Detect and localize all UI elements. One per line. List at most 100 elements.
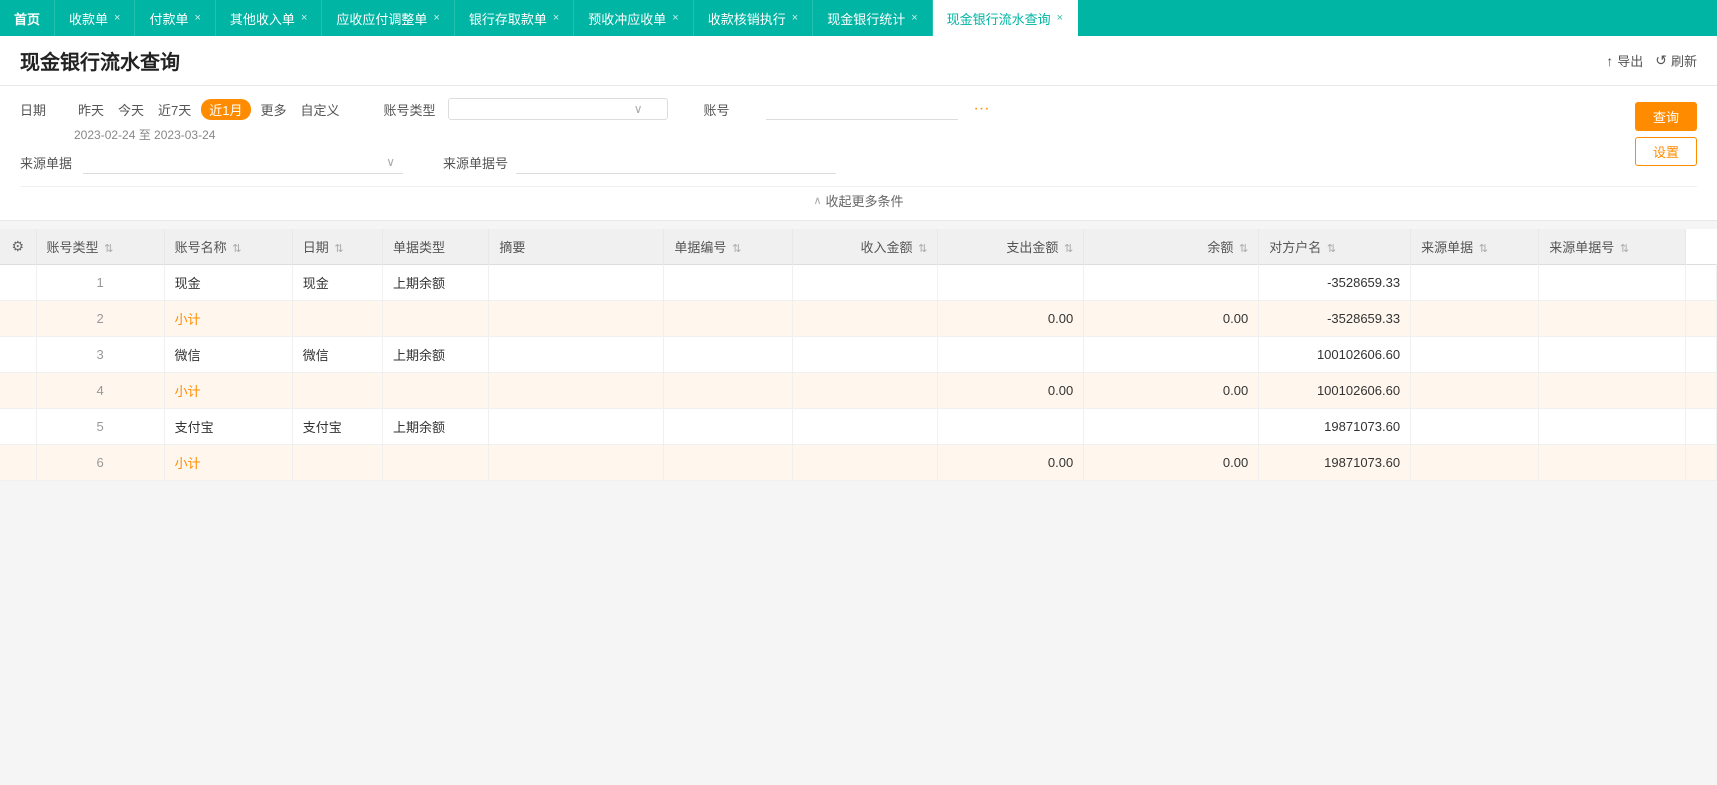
table-cell — [489, 373, 664, 409]
refresh-button[interactable]: ↺ 刷新 — [1655, 51, 1697, 70]
table-cell — [1686, 301, 1717, 337]
settings-button[interactable]: 设置 — [1635, 137, 1697, 166]
close-icon[interactable]: × — [433, 12, 439, 24]
chevron-down-icon2: ∨ — [386, 155, 395, 169]
right-action-buttons: 查询 设置 — [1635, 98, 1697, 166]
source-doc-filter: 来源单据 ∨ — [20, 151, 403, 174]
date-opt-today[interactable]: 今天 — [114, 99, 148, 120]
date-opt-yesterday[interactable]: 昨天 — [74, 99, 108, 120]
table-row[interactable]: 1现金现金上期余额-3528659.33 — [0, 265, 1717, 301]
table-header-row: ⚙ 账号类型 ⇅ 账号名称 ⇅ 日期 ⇅ 单据类型 摘要 — [0, 229, 1717, 265]
close-icon[interactable]: × — [672, 12, 678, 24]
date-range-display: 2023-02-24 至 2023-03-24 — [74, 126, 1619, 143]
col-counterparty[interactable]: 对方户名 ⇅ — [1259, 229, 1411, 265]
refresh-icon: ↺ — [1655, 52, 1667, 69]
nav-adjustment[interactable]: 应收应付调整单 × — [322, 0, 454, 36]
table-cell — [292, 445, 382, 481]
close-icon[interactable]: × — [114, 12, 120, 24]
close-icon[interactable]: × — [194, 12, 200, 24]
col-expense[interactable]: 支出金额 ⇅ — [938, 229, 1084, 265]
col-source-doc-no[interactable]: 来源单据号 ⇅ — [1539, 229, 1686, 265]
table-cell: 现金 — [164, 265, 292, 301]
close-icon[interactable]: × — [553, 12, 559, 24]
col-income[interactable]: 收入金额 ⇅ — [792, 229, 938, 265]
table-row[interactable]: 6小计0.000.0019871073.60 — [0, 445, 1717, 481]
export-button[interactable]: ↑ 导出 — [1606, 51, 1643, 70]
table-cell: 支付宝 — [292, 409, 382, 445]
table-cell — [382, 301, 488, 337]
nav-payment[interactable]: 付款单 × — [135, 0, 215, 36]
table-cell — [792, 445, 938, 481]
table-cell — [382, 445, 488, 481]
table-cell: -3528659.33 — [1259, 265, 1411, 301]
table-cell — [489, 337, 664, 373]
table-row[interactable]: 5支付宝支付宝上期余额19871073.60 — [0, 409, 1717, 445]
col-account-name[interactable]: 账号名称 ⇅ — [164, 229, 292, 265]
close-icon[interactable]: × — [792, 12, 798, 24]
table-cell: 小计 — [164, 301, 292, 337]
date-opt-1month[interactable]: 近1月 — [201, 99, 250, 120]
sort-icon: ⇅ — [334, 243, 343, 255]
col-source-doc[interactable]: 来源单据 ⇅ — [1411, 229, 1539, 265]
sort-icon: ⇅ — [732, 243, 741, 255]
table-cell — [664, 265, 792, 301]
table-cell — [792, 373, 938, 409]
sort-icon: ⇅ — [1620, 243, 1629, 255]
table-row[interactable]: 2小计0.000.00-3528659.33 — [0, 301, 1717, 337]
sort-icon: ⇅ — [1239, 243, 1248, 255]
table-cell — [792, 301, 938, 337]
date-opt-7days[interactable]: 近7天 — [154, 99, 195, 120]
table-cell — [1686, 265, 1717, 301]
page-header: 现金银行流水查询 ↑ 导出 ↺ 刷新 — [0, 36, 1717, 86]
nav-other-income[interactable]: 其他收入单 × — [216, 0, 322, 36]
nav-home[interactable]: 首页 — [0, 0, 55, 36]
table-cell — [382, 373, 488, 409]
table-cell — [489, 301, 664, 337]
date-opt-custom[interactable]: 自定义 — [297, 99, 344, 120]
table-cell: 现金 — [292, 265, 382, 301]
nav-stats[interactable]: 现金银行统计 × — [813, 0, 932, 36]
close-icon[interactable]: × — [1057, 12, 1063, 24]
account-input[interactable] — [766, 98, 958, 120]
nav-prepay[interactable]: 预收冲应收单 × — [574, 0, 693, 36]
table-cell — [792, 337, 938, 373]
col-summary: 摘要 — [489, 229, 664, 265]
nav-other-income-label: 其他收入单 — [230, 9, 295, 28]
collapse-bar[interactable]: ∧ 收起更多条件 — [20, 186, 1697, 212]
date-opt-more[interactable]: 更多 — [257, 99, 291, 120]
source-doc-num-input[interactable] — [516, 152, 836, 174]
table-cell: 6 — [36, 445, 164, 481]
table-cell — [664, 445, 792, 481]
close-icon[interactable]: × — [301, 12, 307, 24]
dots-button[interactable]: ··· — [974, 100, 990, 118]
nav-bank-deposit[interactable]: 银行存取款单 × — [455, 0, 574, 36]
col-doc-type[interactable]: 单据类型 — [382, 229, 488, 265]
table-cell — [1539, 409, 1686, 445]
nav-write-off-label: 收款核销执行 — [708, 9, 786, 28]
chevron-down-icon: ∨ — [634, 102, 643, 116]
nav-write-off[interactable]: 收款核销执行 × — [694, 0, 813, 36]
nav-cash-flow[interactable]: 现金银行流水查询 × — [933, 0, 1078, 36]
table-cell — [1686, 373, 1717, 409]
nav-cash-flow-label: 现金银行流水查询 — [947, 9, 1051, 28]
col-balance[interactable]: 余额 ⇅ — [1084, 229, 1259, 265]
account-filter-label: 账号 — [704, 100, 754, 119]
query-button[interactable]: 查询 — [1635, 102, 1697, 131]
account-type-select[interactable]: ∨ — [448, 98, 668, 120]
col-doc-no[interactable]: 单据编号 ⇅ — [664, 229, 792, 265]
data-table: ⚙ 账号类型 ⇅ 账号名称 ⇅ 日期 ⇅ 单据类型 摘要 — [0, 229, 1717, 481]
col-date[interactable]: 日期 ⇅ — [292, 229, 382, 265]
col-account-type[interactable]: 账号类型 ⇅ — [36, 229, 164, 265]
table-cell — [1686, 445, 1717, 481]
table-cell — [489, 409, 664, 445]
nav-receipt-label: 收款单 — [69, 9, 108, 28]
table-row[interactable]: 4小计0.000.00100102606.60 — [0, 373, 1717, 409]
table-cell — [938, 265, 1084, 301]
source-doc-select[interactable]: ∨ — [83, 151, 403, 174]
nav-receipt[interactable]: 收款单 × — [55, 0, 135, 36]
table-cell — [938, 409, 1084, 445]
row-gear — [0, 445, 36, 481]
table-settings-col[interactable]: ⚙ — [0, 229, 36, 265]
close-icon[interactable]: × — [911, 12, 917, 24]
table-row[interactable]: 3微信微信上期余额100102606.60 — [0, 337, 1717, 373]
